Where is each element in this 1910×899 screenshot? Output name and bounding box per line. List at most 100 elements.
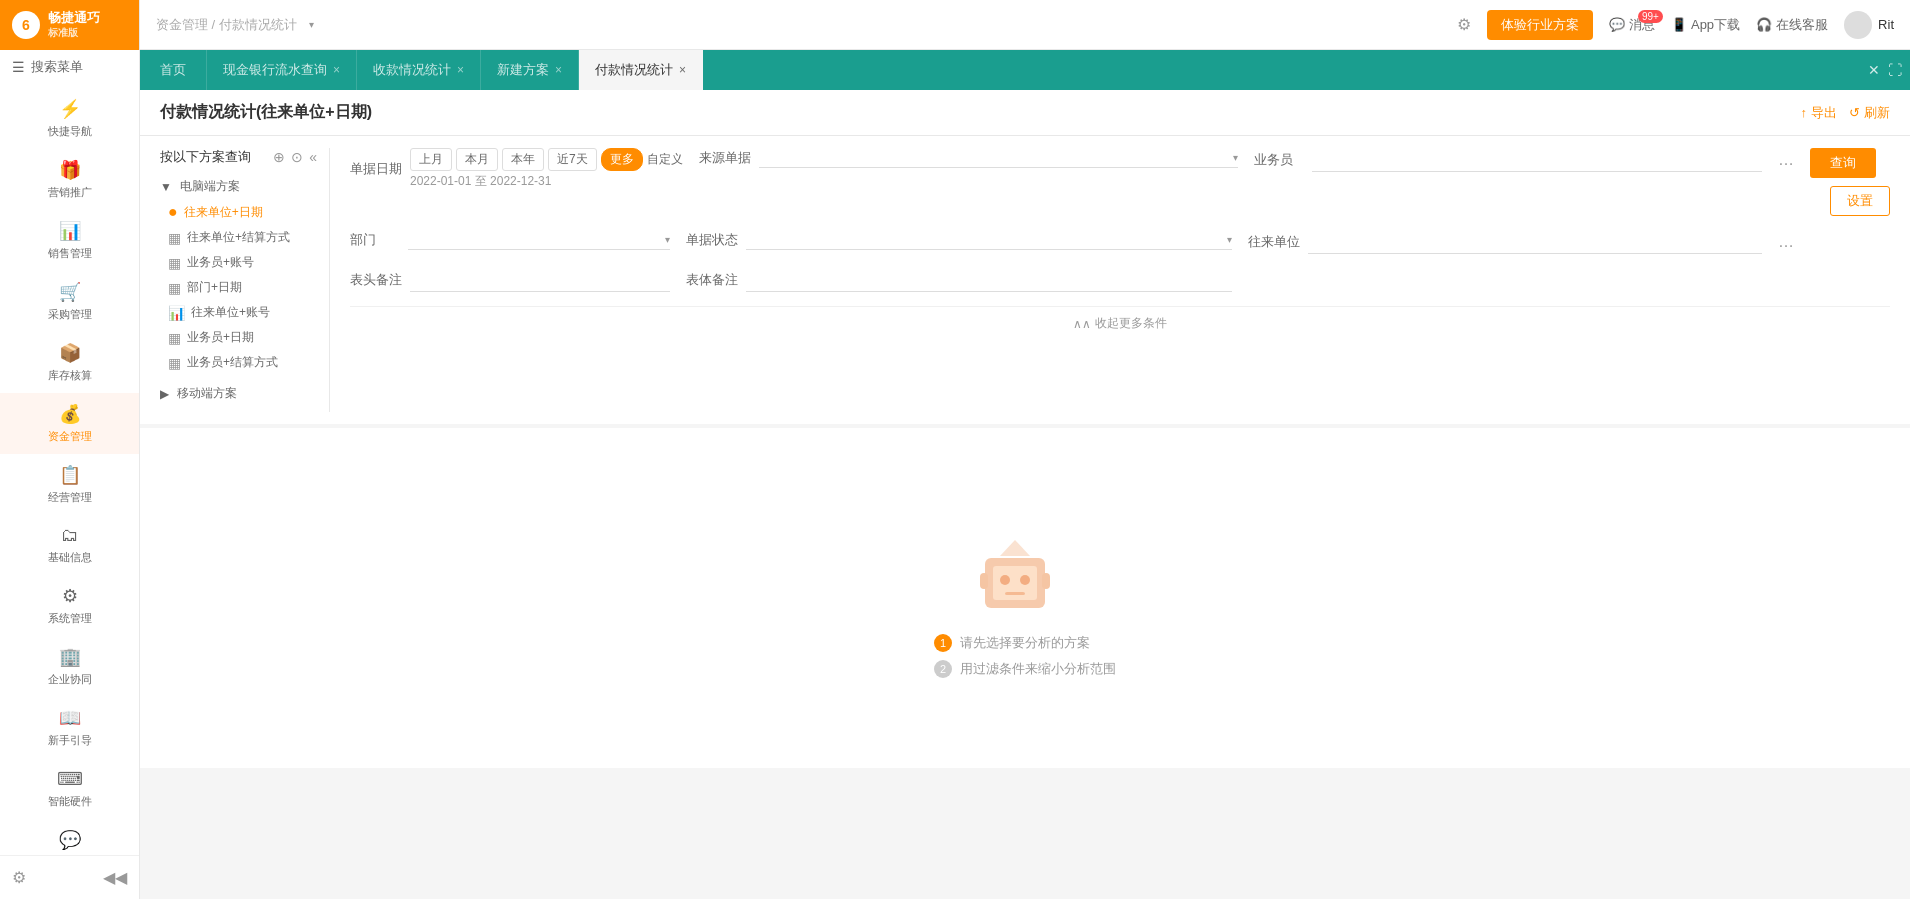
sidebar-item-quick-nav[interactable]: ⚡ 快捷导航 [0, 88, 139, 149]
scheme-header-label: 按以下方案查询 [160, 148, 251, 166]
scheme-item-staff-account[interactable]: ▦ 业务员+账号 [160, 250, 317, 275]
tab-expand-icon[interactable]: ⛶ [1888, 62, 1902, 78]
refresh-label: 刷新 [1864, 104, 1890, 122]
sidebar-item-hardware[interactable]: ⌨ 智能硬件 [0, 758, 139, 819]
scheme-item-staff-settlement[interactable]: ▦ 业务员+结算方式 [160, 350, 317, 375]
scheme-add-button[interactable]: ⊕ [273, 149, 285, 165]
tab-cash-flow-close[interactable]: × [333, 63, 340, 77]
scheme-item-icon-unit-account: 📊 [168, 305, 185, 321]
sidebar-item-sales[interactable]: 📊 销售管理 [0, 210, 139, 271]
sidebar-item-operation[interactable]: 📋 经营管理 [0, 454, 139, 515]
sidebar-item-guide[interactable]: 📖 新手引导 [0, 697, 139, 758]
logo-sub: 标准版 [48, 26, 100, 40]
scheme-group-desktop-title[interactable]: ▼ 电脑端方案 [160, 174, 317, 199]
scheme-collapse-button[interactable]: « [309, 149, 317, 165]
query-button[interactable]: 查询 [1810, 148, 1876, 178]
sidebar-item-finance[interactable]: 💰 资金管理 [0, 393, 139, 454]
refresh-button[interactable]: ↺ 刷新 [1849, 104, 1890, 122]
scheme-item-dept-date[interactable]: ▦ 部门+日期 [160, 275, 317, 300]
quick-nav-icon: ⚡ [59, 98, 81, 120]
sidebar-search-label: 搜索菜单 [31, 58, 83, 76]
purchase-icon: 🛒 [59, 281, 81, 303]
filter-row-3: 表头备注 表体备注 [350, 268, 1890, 292]
source-select-arrow-icon: ▾ [1233, 152, 1238, 163]
sidebar-item-system[interactable]: ⚙ 系统管理 [0, 575, 139, 636]
message-icon: 💬 [1609, 17, 1625, 32]
filter-header-note-input[interactable] [410, 268, 670, 292]
sidebar-item-purchase[interactable]: 🛒 采购管理 [0, 271, 139, 332]
sidebar-item-wechat[interactable]: 💬 企业微信 [0, 819, 139, 855]
tab-payment-stats-close[interactable]: × [679, 63, 686, 77]
topbar-right: 💬 消息 99+ 📱 App下载 🎧 在线客服 Rit [1609, 11, 1894, 39]
tab-receipt-stats-close[interactable]: × [457, 63, 464, 77]
filter-field-source: 来源单据 ▾ [699, 148, 1239, 168]
scheme-item-label-staff-date: 业务员+日期 [187, 329, 254, 346]
date-btn-more[interactable]: 更多 [601, 148, 643, 171]
sidebar-item-inventory[interactable]: 📦 库存核算 [0, 332, 139, 393]
tab-new-scheme[interactable]: 新建方案 × [481, 50, 579, 90]
scheme-item-unit-date[interactable]: ● 往来单位+日期 [160, 199, 317, 225]
sidebar-item-enterprise[interactable]: 🏢 企业协同 [0, 636, 139, 697]
scheme-settings-button[interactable]: ⊙ [291, 149, 303, 165]
filter-actions-col: 查询 设置 [1810, 148, 1890, 216]
tab-close-all-icon[interactable]: ✕ [1868, 62, 1880, 78]
topbar-user[interactable]: Rit [1844, 11, 1894, 39]
filter-dept-select[interactable]: ▾ [408, 230, 670, 250]
filter-field-unit: 往来单位 … [1248, 230, 1794, 254]
marketing-icon: 🎁 [59, 159, 81, 181]
message-badge: 99+ [1638, 10, 1663, 23]
scheme-group-mobile-title[interactable]: ▶ 移动端方案 [160, 381, 317, 406]
scheme-item-icon-staff-date: ▦ [168, 330, 181, 346]
filter-source-select[interactable]: ▾ [759, 148, 1239, 168]
sidebar-item-label-hardware: 智能硬件 [48, 794, 92, 809]
logo-title: 畅捷通巧 [48, 10, 100, 26]
scheme-item-label-dept-date: 部门+日期 [187, 279, 242, 296]
trial-button[interactable]: 体验行业方案 [1487, 10, 1593, 40]
tab-new-scheme-close[interactable]: × [555, 63, 562, 77]
tab-home-label: 首页 [160, 61, 186, 79]
sidebar-item-label-operation: 经营管理 [48, 490, 92, 505]
date-btn-this-month[interactable]: 本月 [456, 148, 498, 171]
settings-button[interactable]: 设置 [1830, 186, 1890, 216]
sidebar-item-label-purchase: 采购管理 [48, 307, 92, 322]
sidebar-item-marketing[interactable]: 🎁 营销推广 [0, 149, 139, 210]
sidebar-item-basic[interactable]: 🗂 基础信息 [0, 515, 139, 575]
svg-rect-6 [1042, 573, 1050, 589]
system-icon: ⚙ [62, 585, 78, 607]
basic-icon: 🗂 [61, 525, 79, 546]
tab-home[interactable]: 首页 [140, 50, 207, 90]
sidebar-footer-settings[interactable]: ⚙ [12, 868, 26, 887]
sidebar-footer-collapse[interactable]: ◀◀ [103, 868, 127, 887]
filter-doc-status-select[interactable]: ▾ [746, 230, 1232, 250]
filter-body: 按以下方案查询 ⊕ ⊙ « ▼ 电脑端方案 [140, 136, 1910, 424]
scheme-item-unit-account[interactable]: 📊 往来单位+账号 [160, 300, 317, 325]
topbar-app-download[interactable]: 📱 App下载 [1671, 16, 1740, 34]
tab-payment-stats[interactable]: 付款情况统计 × [579, 50, 703, 90]
tab-cash-flow[interactable]: 现金银行流水查询 × [207, 50, 357, 90]
topbar-service[interactable]: 🎧 在线客服 [1756, 16, 1828, 34]
filter-staff-ellipsis[interactable]: … [1778, 151, 1794, 169]
topbar-gear-icon[interactable]: ⚙ [1457, 15, 1471, 34]
filter-staff-label: 业务员 [1254, 151, 1304, 169]
sidebar-nav: ⚡ 快捷导航 🎁 营销推广 📊 销售管理 🛒 采购管理 📦 库存核算 💰 资金管… [0, 84, 139, 855]
date-btn-last-7-days[interactable]: 近7天 [548, 148, 597, 171]
sidebar-search-item[interactable]: ☰ 搜索菜单 [0, 50, 139, 84]
filter-unit-ellipsis[interactable]: … [1778, 233, 1794, 251]
scheme-group-mobile-label: 移动端方案 [177, 385, 237, 402]
date-btn-this-year[interactable]: 本年 [502, 148, 544, 171]
scheme-item-unit-settlement[interactable]: ▦ 往来单位+结算方式 [160, 225, 317, 250]
service-label: 在线客服 [1776, 16, 1828, 34]
filter-body-note-input[interactable] [746, 268, 1232, 292]
export-button[interactable]: ↑ 导出 [1801, 104, 1838, 122]
collapse-bar[interactable]: ∧∧ 收起更多条件 [350, 306, 1890, 340]
topbar-select[interactable]: ▾ [305, 19, 314, 30]
page-title: 付款情况统计(往来单位+日期) [160, 102, 372, 123]
date-btn-last-month[interactable]: 上月 [410, 148, 452, 171]
date-custom-label[interactable]: 自定义 [647, 151, 683, 168]
filter-staff-input[interactable] [1312, 148, 1762, 172]
topbar-message[interactable]: 💬 消息 99+ [1609, 16, 1655, 34]
filter-unit-input[interactable] [1308, 230, 1762, 254]
tab-receipt-stats[interactable]: 收款情况统计 × [357, 50, 481, 90]
app-label: App下载 [1691, 16, 1740, 34]
scheme-item-staff-date[interactable]: ▦ 业务员+日期 [160, 325, 317, 350]
